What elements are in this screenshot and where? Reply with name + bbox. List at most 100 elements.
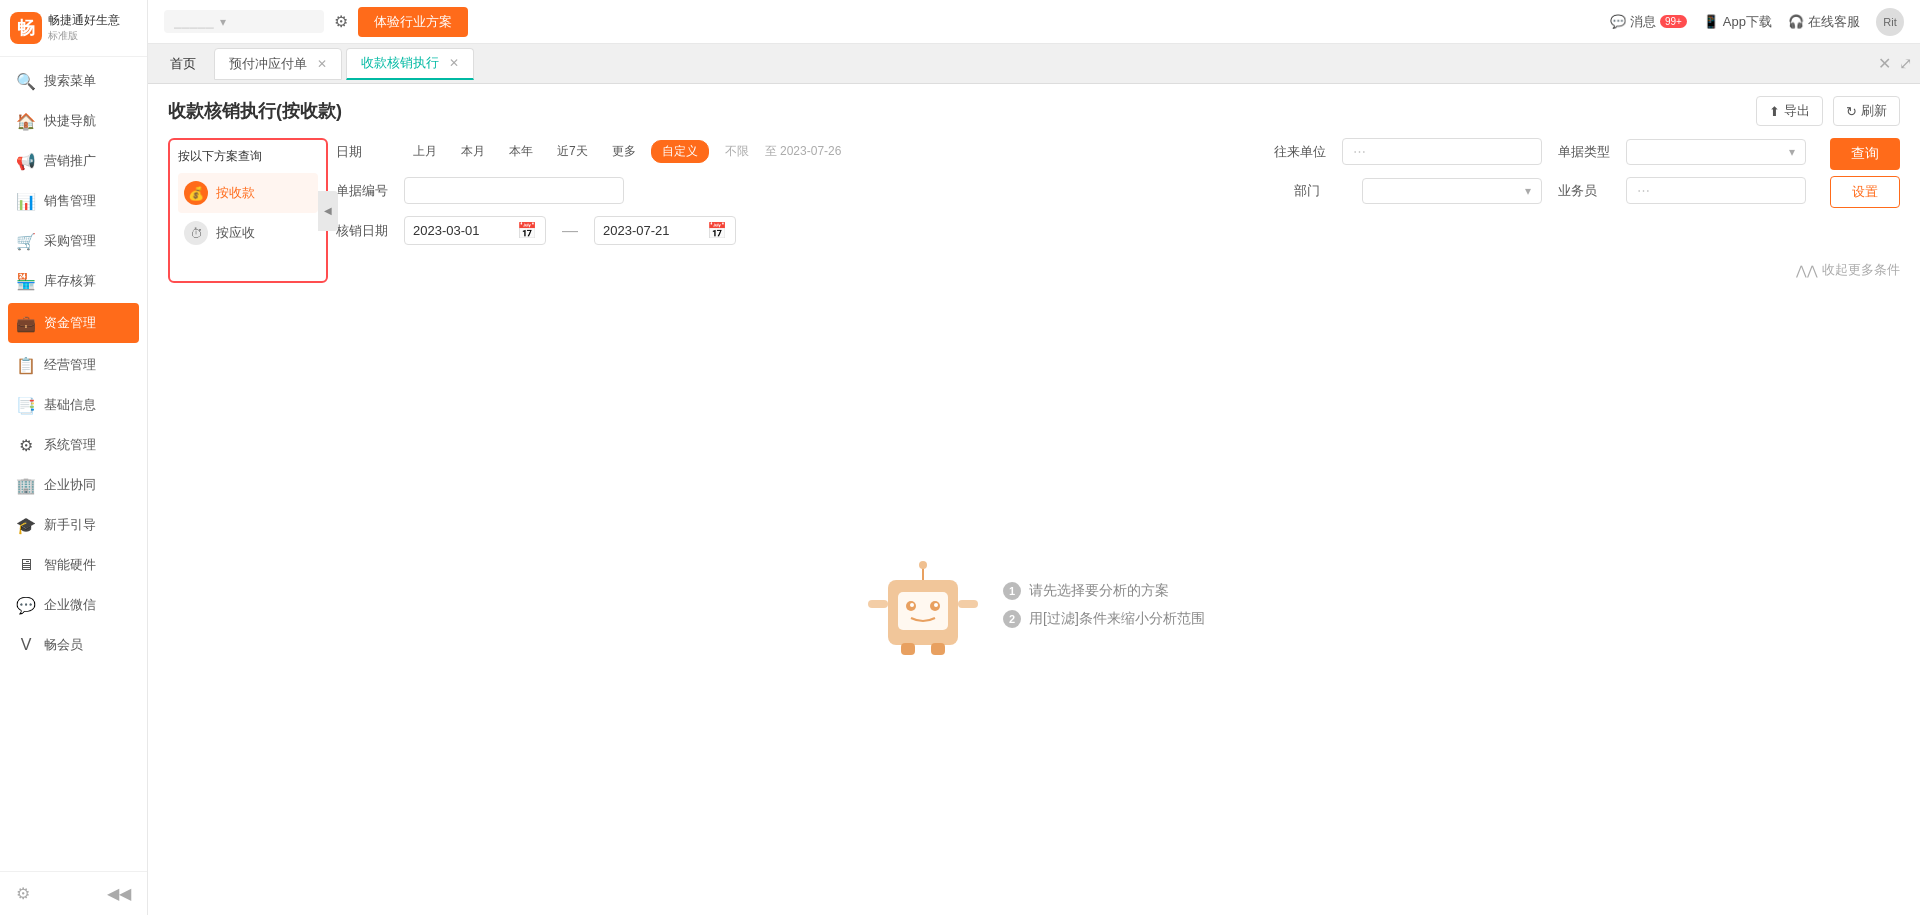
sidebar-item-member[interactable]: V 畅会员 (0, 625, 147, 665)
sidebar-item-finance[interactable]: 💼 资金管理 (8, 303, 139, 343)
bill-type-select[interactable]: ▾ (1626, 139, 1806, 165)
logo-text-block: 畅捷通好生意 标准版 (48, 13, 120, 43)
sales-icon: 📊 (16, 191, 36, 211)
collapse-panel-btn[interactable]: ◀ (318, 191, 338, 231)
tab-close-all-btn[interactable]: ✕ (1878, 54, 1891, 73)
sidebar-label-search: 搜索菜单 (44, 72, 96, 90)
tab-home[interactable]: 首页 (156, 48, 210, 80)
left-panel-title: 按以下方案查询 (178, 148, 318, 165)
query-button[interactable]: 查询 (1830, 138, 1900, 170)
sidebar-label-system: 系统管理 (44, 436, 96, 454)
panel-item-by-receivable[interactable]: ⏱ 按应收 (178, 213, 318, 253)
wechat-icon: 💬 (16, 595, 36, 615)
sidebar-item-enterprise[interactable]: 🏢 企业协同 (0, 465, 147, 505)
verify-date-end-field[interactable] (603, 223, 703, 238)
export-button[interactable]: ⬆ 导出 (1756, 96, 1823, 126)
date-this-year-btn[interactable]: 本年 (500, 140, 542, 163)
bill-no-input[interactable] (404, 177, 624, 204)
date-this-month-btn[interactable]: 本月 (452, 140, 494, 163)
svg-rect-10 (901, 643, 915, 655)
date-custom-btn[interactable]: 自定义 (651, 140, 709, 163)
more-conditions-btn[interactable]: ⋀⋀ 收起更多条件 (1796, 261, 1900, 279)
tab-expand-btn[interactable]: ⤢ (1899, 54, 1912, 73)
sidebar: 畅 畅捷通好生意 标准版 🔍 搜索菜单 🏠 快捷导航 📢 营销推广 📊 销售管理… (0, 0, 148, 915)
sidebar-item-sales[interactable]: 📊 销售管理 (0, 181, 147, 221)
bill-type-chevron-icon: ▾ (1789, 145, 1795, 159)
date-last-7-btn[interactable]: 近7天 (548, 140, 597, 163)
search-bar[interactable]: ⎯⎯⎯⎯⎯ ▾ (164, 10, 324, 33)
app-icon: 📱 (1703, 14, 1719, 29)
online-service-item[interactable]: 🎧 在线客服 (1788, 13, 1860, 31)
partner-label: 往来单位 (1274, 143, 1326, 161)
tab-receivable[interactable]: 收款核销执行 ✕ (346, 48, 474, 80)
sidebar-item-quicknav[interactable]: 🏠 快捷导航 (0, 101, 147, 141)
solution-button[interactable]: 体验行业方案 (358, 7, 468, 37)
sidebar-item-marketing[interactable]: 📢 营销推广 (0, 141, 147, 181)
tab-prepay-close-icon[interactable]: ✕ (317, 57, 327, 71)
chevron-down-icon[interactable]: ▾ (220, 15, 226, 29)
chevron-up-icon: ⋀⋀ (1796, 263, 1818, 278)
step-2-num: 2 (1003, 610, 1021, 628)
sidebar-item-inventory[interactable]: 🏪 库存核算 (0, 261, 147, 301)
date-no-limit-label: 不限 (725, 143, 749, 160)
sidebar-item-basic[interactable]: 📑 基础信息 (0, 385, 147, 425)
verify-date-start-field[interactable] (413, 223, 513, 238)
calendar-start-icon[interactable]: 📅 (517, 221, 537, 240)
sidebar-item-wechat[interactable]: 💬 企业微信 (0, 585, 147, 625)
panel-item-by-receipt[interactable]: 💰 按收款 (178, 173, 318, 213)
date-more-btn[interactable]: 更多 (603, 140, 645, 163)
empty-hint-2: 2 用[过滤]条件来缩小分析范围 (1003, 610, 1205, 628)
online-service-label: 在线客服 (1808, 13, 1860, 31)
filter-area: 按以下方案查询 💰 按收款 ⏱ 按应收 ◀ 日 (148, 126, 1920, 295)
sidebar-bottom: ⚙ ◀◀ (0, 871, 147, 915)
salesperson-select[interactable]: ⋯ (1626, 177, 1806, 204)
app-logo: 畅 畅捷通好生意 标准版 (0, 0, 147, 57)
date-options: 上月 本月 本年 近7天 更多 自定义 (404, 140, 709, 163)
tab-prepay[interactable]: 预付冲应付单 ✕ (214, 48, 342, 80)
salesperson-dots: ⋯ (1637, 183, 1650, 198)
sidebar-item-purchase[interactable]: 🛒 采购管理 (0, 221, 147, 261)
sidebar-item-operation[interactable]: 📋 经营管理 (0, 345, 147, 385)
sidebar-label-inventory: 库存核算 (44, 272, 96, 290)
page-title: 收款核销执行(按收款) (168, 99, 342, 123)
app-download-item[interactable]: 📱 App下载 (1703, 13, 1772, 31)
department-select[interactable]: ▾ (1362, 178, 1542, 204)
receivable-icon: ⏱ (184, 221, 208, 245)
basic-icon: 📑 (16, 395, 36, 415)
operation-icon: 📋 (16, 355, 36, 375)
robot-svg (863, 550, 983, 660)
filter-form: 日期 上月 本月 本年 近7天 更多 自定义 不限 至 2023-07-26 (336, 138, 1900, 283)
verify-date-end-input[interactable]: 📅 (594, 216, 736, 245)
purchase-icon: 🛒 (16, 231, 36, 251)
sidebar-label-member: 畅会员 (44, 636, 83, 654)
refresh-icon: ↻ (1846, 104, 1857, 119)
sidebar-item-guide[interactable]: 🎓 新手引导 (0, 505, 147, 545)
empty-illustration (863, 545, 983, 665)
date-to-label: 至 2023-07-26 (765, 143, 842, 160)
tab-receivable-close-icon[interactable]: ✕ (449, 56, 459, 70)
settings-bottom-icon[interactable]: ⚙ (16, 884, 30, 903)
date-last-month-btn[interactable]: 上月 (404, 140, 446, 163)
home-icon: 🏠 (16, 111, 36, 131)
collapse-sidebar-icon[interactable]: ◀◀ (107, 884, 131, 903)
bill-no-label: 单据编号 (336, 182, 388, 200)
refresh-label: 刷新 (1861, 102, 1887, 120)
partner-select[interactable]: ⋯ (1342, 138, 1542, 165)
sidebar-label-sales: 销售管理 (44, 192, 96, 210)
refresh-button[interactable]: ↻ 刷新 (1833, 96, 1900, 126)
tab-receivable-label: 收款核销执行 (361, 54, 439, 72)
sidebar-label-enterprise: 企业协同 (44, 476, 96, 494)
calendar-end-icon[interactable]: 📅 (707, 221, 727, 240)
user-info[interactable]: Rit (1876, 8, 1904, 36)
sidebar-item-hardware[interactable]: 🖥 智能硬件 (0, 545, 147, 585)
left-panel: 按以下方案查询 💰 按收款 ⏱ 按应收 ◀ (168, 138, 328, 283)
settings-button[interactable]: 设置 (1830, 176, 1900, 208)
headset-icon: 🎧 (1788, 14, 1804, 29)
sidebar-item-system[interactable]: ⚙ 系统管理 (0, 425, 147, 465)
message-item[interactable]: 💬 消息 99+ (1610, 13, 1687, 31)
empty-hint-1-text: 请先选择要分析的方案 (1029, 582, 1169, 600)
verify-date-start-input[interactable]: 📅 (404, 216, 546, 245)
header-gear-icon[interactable]: ⚙ (334, 12, 348, 31)
hardware-icon: 🖥 (16, 555, 36, 575)
sidebar-item-search[interactable]: 🔍 搜索菜单 (0, 61, 147, 101)
